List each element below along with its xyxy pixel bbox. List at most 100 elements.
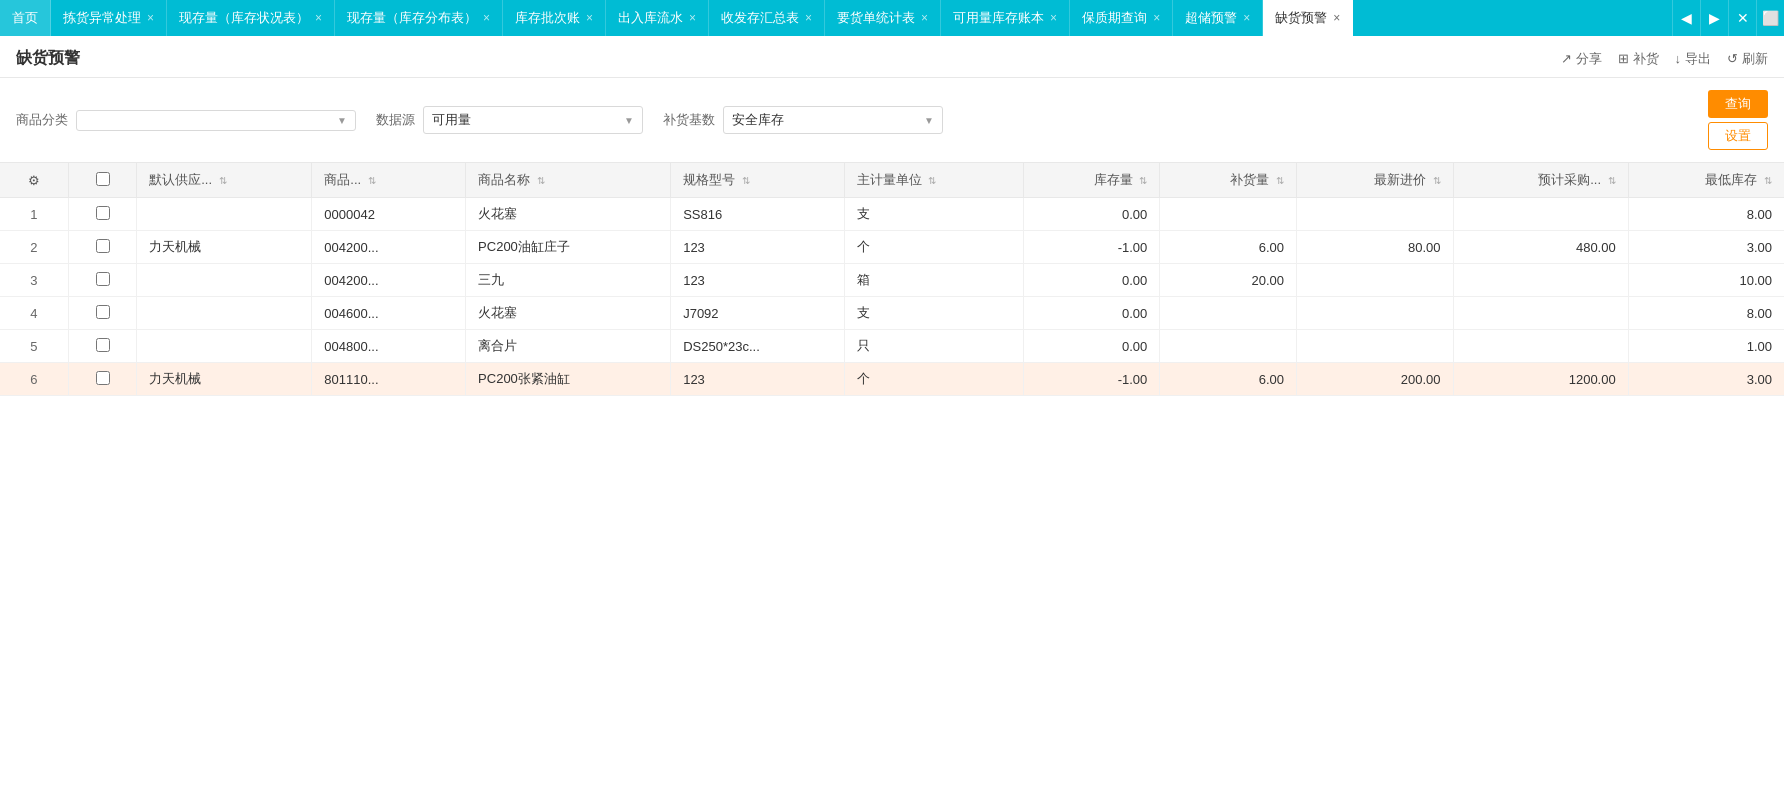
col-select-all[interactable]	[68, 163, 136, 198]
col-replenish-header[interactable]: 补货量 ⇅	[1160, 163, 1297, 198]
row-supplier-3	[137, 297, 312, 330]
tab-receive-summary[interactable]: 收发存汇总表 ×	[709, 0, 825, 36]
row-checkbox-3[interactable]	[68, 297, 136, 330]
row-check-input-5[interactable]	[96, 371, 110, 385]
close-tab-inout-flow[interactable]: ×	[689, 11, 696, 25]
refresh-label: 刷新	[1742, 50, 1768, 68]
row-checkbox-0[interactable]	[68, 198, 136, 231]
nav-close-all-btn[interactable]: ✕	[1728, 0, 1756, 36]
row-check-input-3[interactable]	[96, 305, 110, 319]
table-row: 2 力天机械 004200... PC200油缸庄子 123 个 -1.00 6…	[0, 231, 1784, 264]
col-est-purchase-header[interactable]: 预计采购... ⇅	[1453, 163, 1628, 198]
query-button[interactable]: 查询	[1708, 90, 1768, 118]
col-supplier-label: 默认供应...	[149, 172, 212, 187]
close-tab-stock-dist[interactable]: ×	[483, 11, 490, 25]
tab-available-ledger[interactable]: 可用量库存账本 ×	[941, 0, 1070, 36]
row-est-purchase-1: 480.00	[1453, 231, 1628, 264]
select-all-checkbox[interactable]	[96, 172, 110, 186]
nav-maximize-btn[interactable]: ⬜	[1756, 0, 1784, 36]
tab-inout-flow[interactable]: 出入库流水 ×	[606, 0, 709, 36]
row-supplier-5: 力天机械	[137, 363, 312, 396]
category-select[interactable]: ▼	[76, 110, 356, 131]
row-check-input-4[interactable]	[96, 338, 110, 352]
close-tab-receive-summary[interactable]: ×	[805, 11, 812, 25]
row-product-name-1: PC200油缸庄子	[466, 231, 671, 264]
col-unit-label: 主计量单位	[857, 172, 922, 187]
close-tab-expiry-query[interactable]: ×	[1153, 11, 1160, 25]
row-checkbox-4[interactable]	[68, 330, 136, 363]
tab-stock-status-label: 现存量（库存状况表）	[179, 9, 309, 27]
col-spec-label: 规格型号	[683, 172, 735, 187]
tab-batch-account[interactable]: 库存批次账 ×	[503, 0, 606, 36]
row-check-input-1[interactable]	[96, 239, 110, 253]
col-spec-header[interactable]: 规格型号 ⇅	[671, 163, 845, 198]
datasource-chevron-down-icon: ▼	[624, 115, 634, 126]
row-est-purchase-0	[1453, 198, 1628, 231]
table-row: 3 004200... 三九 123 箱 0.00 20.00 10.00	[0, 264, 1784, 297]
close-tab-demand-stat[interactable]: ×	[921, 11, 928, 25]
replenish-action[interactable]: ⊞ 补货	[1618, 50, 1659, 68]
col-latest-price-header[interactable]: 最新进价 ⇅	[1297, 163, 1454, 198]
replenish-sort-icon: ⇅	[1276, 175, 1284, 186]
settings-button[interactable]: 设置	[1708, 122, 1768, 150]
datasource-select[interactable]: 可用量 ▼	[423, 106, 643, 134]
row-replenish-0	[1160, 198, 1297, 231]
tab-inout-flow-label: 出入库流水	[618, 9, 683, 27]
row-check-input-0[interactable]	[96, 206, 110, 220]
share-label: 分享	[1576, 50, 1602, 68]
row-checkbox-2[interactable]	[68, 264, 136, 297]
tab-shortage[interactable]: 缺货预警 ×	[1263, 0, 1353, 36]
row-min-stock-3: 8.00	[1628, 297, 1784, 330]
datasource-filter: 数据源 可用量 ▼	[376, 106, 643, 134]
nav-left-btn[interactable]: ◀	[1672, 0, 1700, 36]
col-stock-header[interactable]: 库存量 ⇅	[1023, 163, 1160, 198]
tab-stock-status[interactable]: 现存量（库存状况表） ×	[167, 0, 335, 36]
col-supplier-header[interactable]: 默认供应... ⇅	[137, 163, 312, 198]
row-unit-4: 只	[844, 330, 1023, 363]
row-product-name-4: 离合片	[466, 330, 671, 363]
row-check-input-2[interactable]	[96, 272, 110, 286]
tab-expiry-query[interactable]: 保质期查询 ×	[1070, 0, 1173, 36]
close-tab-batch-account[interactable]: ×	[586, 11, 593, 25]
close-tab-abnormal[interactable]: ×	[147, 11, 154, 25]
replenish-base-select[interactable]: 安全库存 ▼	[723, 106, 943, 134]
row-latest-price-3	[1297, 297, 1454, 330]
nav-right-btn[interactable]: ▶	[1700, 0, 1728, 36]
close-tab-overstock[interactable]: ×	[1243, 11, 1250, 25]
col-unit-header[interactable]: 主计量单位 ⇅	[844, 163, 1023, 198]
row-checkbox-5[interactable]	[68, 363, 136, 396]
row-stock-3: 0.00	[1023, 297, 1160, 330]
row-product-name-0: 火花塞	[466, 198, 671, 231]
share-icon: ↗	[1561, 51, 1572, 66]
row-min-stock-5: 3.00	[1628, 363, 1784, 396]
row-product-code-1: 004200...	[312, 231, 466, 264]
tab-stock-dist[interactable]: 现存量（库存分布表） ×	[335, 0, 503, 36]
tab-demand-stat[interactable]: 要货单统计表 ×	[825, 0, 941, 36]
spec-sort-icon: ⇅	[742, 175, 750, 186]
row-unit-0: 支	[844, 198, 1023, 231]
refresh-action[interactable]: ↺ 刷新	[1727, 50, 1768, 68]
tab-abnormal[interactable]: 拣货异常处理 ×	[51, 0, 167, 36]
product-name-sort-icon: ⇅	[537, 175, 545, 186]
row-latest-price-5: 200.00	[1297, 363, 1454, 396]
row-supplier-4	[137, 330, 312, 363]
row-num-3: 4	[0, 297, 68, 330]
col-product-code-header[interactable]: 商品... ⇅	[312, 163, 466, 198]
close-tab-available-ledger[interactable]: ×	[1050, 11, 1057, 25]
col-stock-label: 库存量	[1094, 172, 1133, 187]
datasource-filter-label: 数据源	[376, 111, 415, 129]
row-product-code-2: 004200...	[312, 264, 466, 297]
tab-home[interactable]: 首页	[0, 0, 51, 36]
row-latest-price-4	[1297, 330, 1454, 363]
col-product-name-header[interactable]: 商品名称 ⇅	[466, 163, 671, 198]
close-tab-stock-status[interactable]: ×	[315, 11, 322, 25]
tab-overstock[interactable]: 超储预警 ×	[1173, 0, 1263, 36]
table-body: 1 0000042 火花塞 SS816 支 0.00 8.00 2 力天机械 0…	[0, 198, 1784, 396]
export-label: 导出	[1685, 50, 1711, 68]
col-settings[interactable]: ⚙	[0, 163, 68, 198]
close-tab-shortage[interactable]: ×	[1333, 11, 1340, 25]
share-action[interactable]: ↗ 分享	[1561, 50, 1602, 68]
export-action[interactable]: ↓ 导出	[1675, 50, 1712, 68]
row-checkbox-1[interactable]	[68, 231, 136, 264]
col-min-stock-header[interactable]: 最低库存 ⇅	[1628, 163, 1784, 198]
